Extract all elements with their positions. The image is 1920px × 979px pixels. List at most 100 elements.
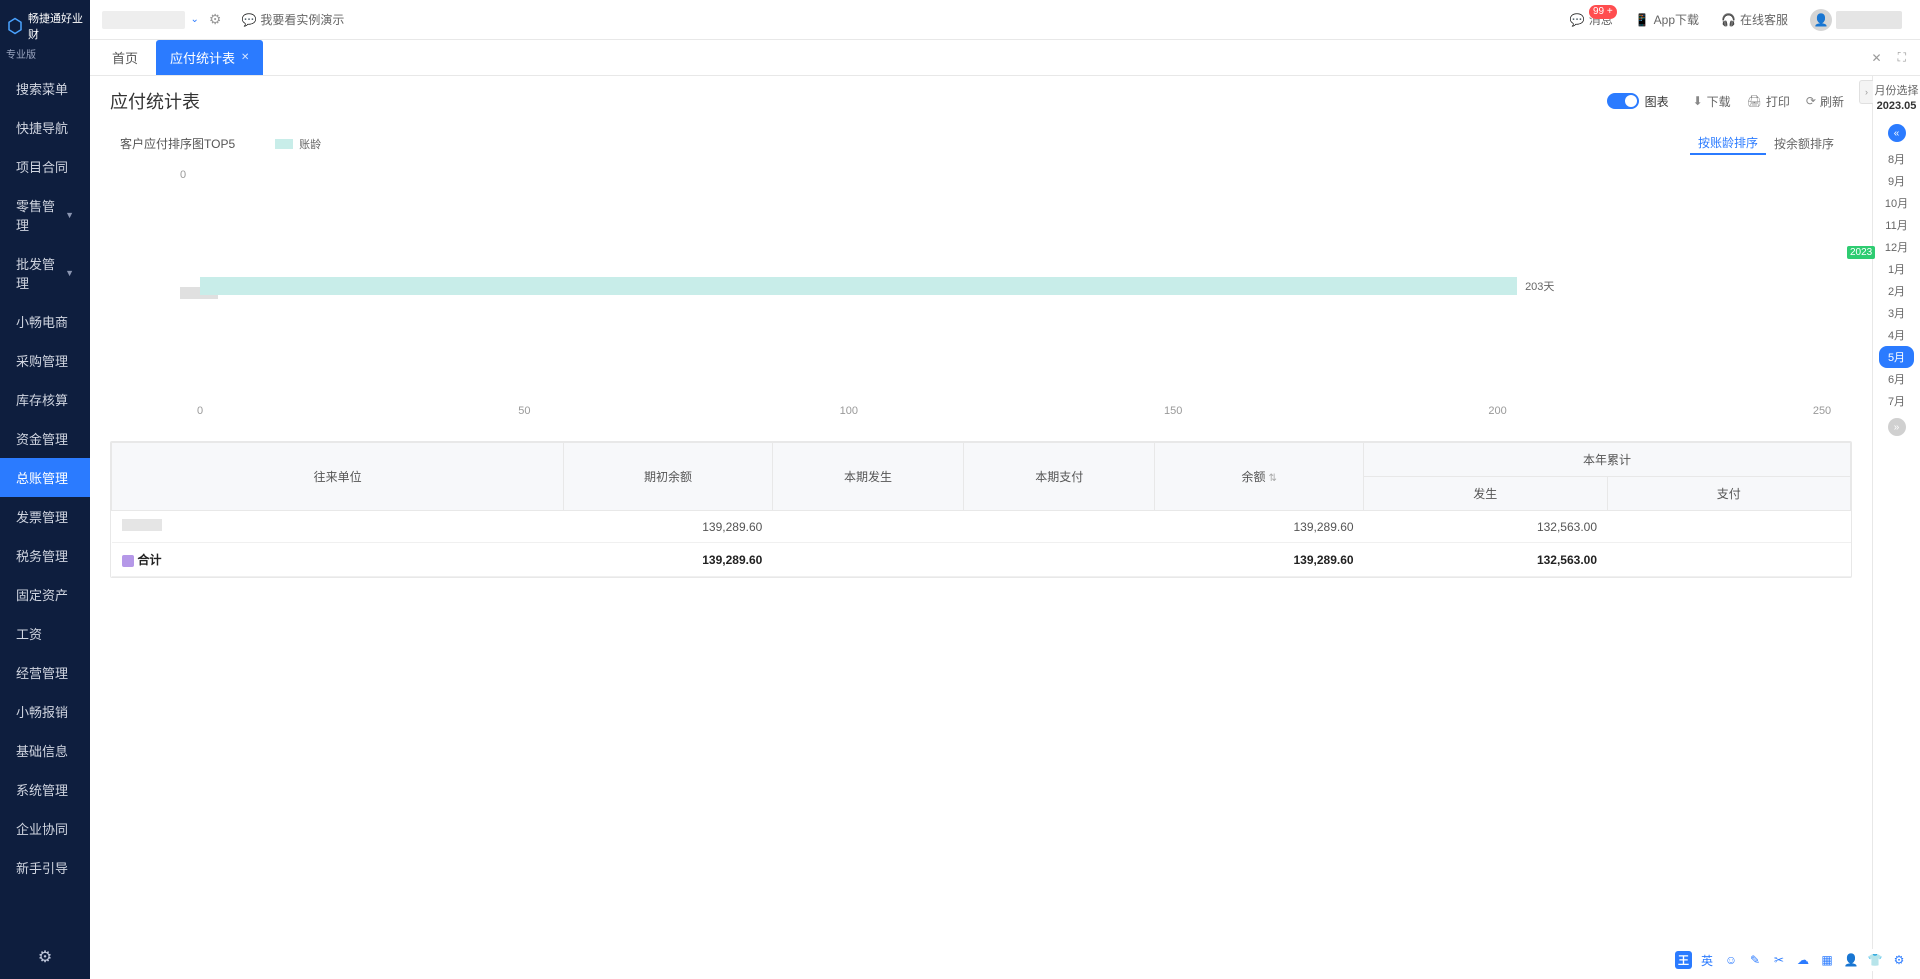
ime-tool-1-icon[interactable]: ☺ [1722, 951, 1740, 969]
sidebar: 畅捷通好业财 专业版 搜索菜单快捷导航项目合同零售管理▼批发管理▼小畅电商采购管… [0, 0, 90, 979]
col-ytd-occur: 发生 [1473, 487, 1497, 501]
x-tick: 50 [518, 405, 530, 417]
user-menu[interactable]: 👤 ████ [1804, 9, 1908, 31]
sidebar-item-4[interactable]: 批发管理▼ [0, 244, 90, 302]
total-current-pay [964, 543, 1155, 577]
sidebar-item-19[interactable]: 新手引导 [0, 848, 90, 887]
headset-icon: 🎧 [1721, 13, 1736, 27]
month-item-2[interactable]: 10月 [1879, 192, 1914, 214]
sidebar-item-15[interactable]: 小畅报销 [0, 692, 90, 731]
data-table: 往来单位 期初余额 本期发生 本期支付 余额⇅ 本年累计 发生 支付 [110, 441, 1852, 578]
month-item-6[interactable]: 2月 [1879, 280, 1914, 302]
sidebar-item-13[interactable]: 工资 [0, 614, 90, 653]
col-current-occur: 本期发生 [844, 470, 892, 484]
tab-current-label: 应付统计表 [170, 48, 235, 67]
sidebar-item-2[interactable]: 项目合同 [0, 147, 90, 186]
chart-toggle[interactable]: 图表 [1607, 93, 1669, 110]
ime-tool-2-icon[interactable]: ✎ [1746, 951, 1764, 969]
chevron-down-icon: ▼ [65, 210, 74, 220]
sidebar-item-16[interactable]: 基础信息 [0, 731, 90, 770]
col-ytd: 本年累计 [1583, 453, 1631, 467]
month-item-10[interactable]: 6月 [1879, 368, 1914, 390]
sort-by-balance[interactable]: 按余额排序 [1766, 133, 1842, 154]
sidebar-footer: ⚙ [0, 935, 90, 979]
cell-balance: 139,289.60 [1155, 511, 1364, 543]
refresh-button[interactable]: ⟳ 刷新 [1798, 93, 1852, 110]
phone-icon: 📱 [1635, 13, 1650, 27]
ime-tool-3-icon[interactable]: ✂ [1770, 951, 1788, 969]
row-company-redacted [122, 519, 162, 531]
month-item-7[interactable]: 3月 [1879, 302, 1914, 324]
sidebar-item-label: 零售管理 [16, 196, 65, 234]
chart-y-tick-0: 0 [180, 169, 186, 181]
x-tick: 250 [1813, 405, 1831, 417]
tab-close-icon[interactable]: ✕ [241, 52, 249, 63]
demo-link[interactable]: 💬 我要看实例演示 [241, 11, 344, 28]
month-item-1[interactable]: 9月 [1879, 170, 1914, 192]
sidebar-item-label: 项目合同 [16, 157, 68, 176]
ime-badge[interactable]: 王 [1675, 951, 1692, 969]
ime-tool-7-icon[interactable]: 👕 [1866, 951, 1884, 969]
print-button[interactable]: 🖨 打印 [1739, 93, 1798, 110]
sidebar-item-10[interactable]: 发票管理 [0, 497, 90, 536]
download-button[interactable]: ⬇ 下载 [1685, 93, 1739, 110]
fullscreen-icon[interactable]: ⛶ [1892, 44, 1912, 71]
ime-tool-6-icon[interactable]: 👤 [1842, 951, 1860, 969]
sidebar-item-14[interactable]: 经营管理 [0, 653, 90, 692]
total-ytd-pay [1607, 543, 1851, 577]
chart-bar-0[interactable] [200, 277, 1517, 295]
sort-by-age[interactable]: 按账龄排序 [1690, 132, 1766, 155]
company-name-redacted: █████ [102, 11, 185, 29]
sidebar-item-3[interactable]: 零售管理▼ [0, 186, 90, 244]
sidebar-item-18[interactable]: 企业协同 [0, 809, 90, 848]
tab-current[interactable]: 应付统计表 ✕ [156, 40, 263, 75]
app-download-label: App下载 [1654, 11, 1699, 28]
ime-lang[interactable]: 英 [1698, 951, 1716, 969]
sidebar-item-9[interactable]: 总账管理 [0, 458, 90, 497]
sidebar-item-1[interactable]: 快捷导航 [0, 108, 90, 147]
brand-name: 畅捷通好业财 [28, 10, 84, 42]
ime-tool-5-icon[interactable]: ▦ [1818, 951, 1836, 969]
month-item-9[interactable]: 5月 [1879, 346, 1914, 368]
month-prev-button[interactable]: « [1888, 124, 1906, 142]
sidebar-item-12[interactable]: 固定资产 [0, 575, 90, 614]
sidebar-item-0[interactable]: 搜索菜单 [0, 69, 90, 108]
tab-home[interactable]: 首页 [98, 40, 152, 75]
month-item-11[interactable]: 7月 [1879, 390, 1914, 412]
sidebar-item-label: 税务管理 [16, 546, 68, 565]
logo: 畅捷通好业财 [0, 0, 90, 46]
ime-tool-8-icon[interactable]: ⚙ [1890, 951, 1908, 969]
month-item-5[interactable]: 1月 [1879, 258, 1914, 280]
toggle-switch[interactable] [1607, 93, 1639, 109]
sidebar-item-label: 搜索菜单 [16, 79, 68, 98]
ime-tool-4-icon[interactable]: ☁ [1794, 951, 1812, 969]
month-item-4[interactable]: 12月 [1879, 236, 1914, 258]
app-download-button[interactable]: 📱 App下载 [1629, 11, 1705, 28]
sidebar-item-6[interactable]: 采购管理 [0, 341, 90, 380]
company-settings-icon[interactable]: ⚙ [209, 11, 222, 28]
sidebar-item-label: 小畅报销 [16, 702, 68, 721]
sidebar-item-label: 小畅电商 [16, 312, 68, 331]
panel-collapse-handle[interactable]: › [1859, 80, 1873, 104]
sidebar-item-17[interactable]: 系统管理 [0, 770, 90, 809]
month-next-button[interactable]: » [1888, 418, 1906, 436]
x-tick: 100 [840, 405, 858, 417]
month-panel-header: 月份选择 [1875, 82, 1919, 98]
sidebar-item-11[interactable]: 税务管理 [0, 536, 90, 575]
messages-button[interactable]: 💬 消息 99 + [1564, 11, 1619, 28]
support-button[interactable]: 🎧 在线客服 [1715, 11, 1794, 28]
month-item-3[interactable]: 11月 [1879, 214, 1914, 236]
sort-icon[interactable]: ⇅ [1269, 473, 1277, 484]
sidebar-item-label: 企业协同 [16, 819, 68, 838]
month-item-8[interactable]: 4月 [1879, 324, 1914, 346]
total-ytd-occur: 132,563.00 [1364, 543, 1607, 577]
month-item-0[interactable]: 8月 [1879, 148, 1914, 170]
sidebar-item-5[interactable]: 小畅电商 [0, 302, 90, 341]
close-all-tabs-icon[interactable]: ✕ [1866, 45, 1888, 71]
sidebar-item-8[interactable]: 资金管理 [0, 419, 90, 458]
header: █████ ⌄ ⚙ 💬 我要看实例演示 💬 消息 99 + 📱 App下载 🎧 … [90, 0, 1920, 40]
settings-icon[interactable]: ⚙ [38, 949, 52, 966]
table-row[interactable]: 139,289.60 139,289.60 132,563.00 [112, 511, 1851, 543]
sidebar-item-7[interactable]: 库存核算 [0, 380, 90, 419]
company-selector[interactable]: █████ ⌄ [102, 11, 199, 29]
